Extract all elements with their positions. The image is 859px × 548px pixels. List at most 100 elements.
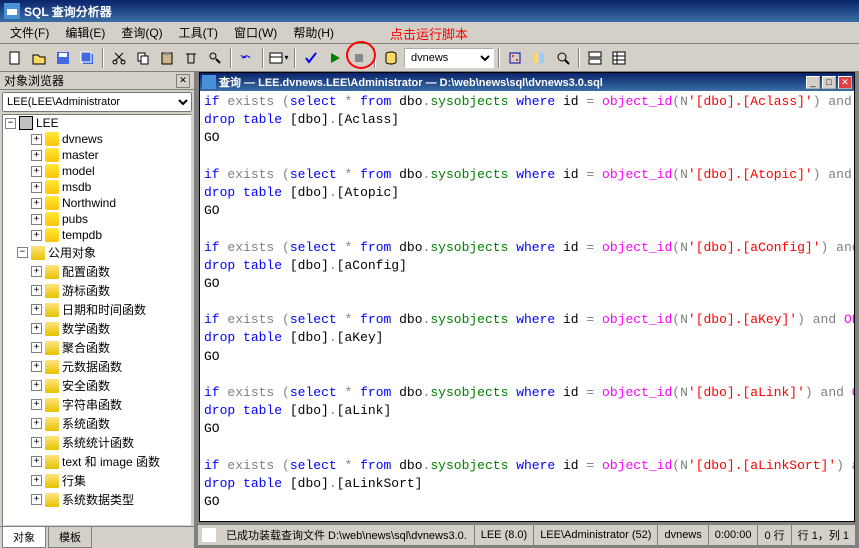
tree-database-node[interactable]: +pubs bbox=[3, 211, 191, 227]
database-combo[interactable]: dvnews bbox=[404, 48, 494, 68]
separator bbox=[578, 48, 580, 68]
tree-folder-node[interactable]: +系统统计函数 bbox=[3, 433, 191, 452]
expand-icon[interactable]: + bbox=[31, 182, 42, 193]
tree-database-node[interactable]: +Northwind bbox=[3, 195, 191, 211]
tree-database-node[interactable]: +master bbox=[3, 147, 191, 163]
new-button[interactable] bbox=[4, 47, 26, 69]
execute-mode-button[interactable]: ▾ bbox=[268, 47, 290, 69]
tree-folder-node[interactable]: +聚合函数 bbox=[3, 338, 191, 357]
collapse-icon[interactable]: − bbox=[17, 247, 28, 258]
folder-icon bbox=[45, 417, 59, 431]
expand-icon[interactable]: + bbox=[31, 418, 42, 429]
tree-label: 游标函数 bbox=[62, 282, 110, 299]
folder-icon bbox=[45, 474, 59, 488]
separator bbox=[262, 48, 264, 68]
expand-icon[interactable]: + bbox=[31, 198, 42, 209]
tree-database-node[interactable]: +tempdb bbox=[3, 227, 191, 243]
tree-folder-node[interactable]: +字符串函数 bbox=[3, 395, 191, 414]
expand-icon[interactable]: + bbox=[31, 285, 42, 296]
tree-label: 配置函数 bbox=[62, 263, 110, 280]
object-tree[interactable]: − LEE +dvnews+master+model+msdb+Northwin… bbox=[2, 114, 192, 526]
paste-button[interactable] bbox=[156, 47, 178, 69]
estimated-plan-button[interactable] bbox=[504, 47, 526, 69]
status-database: dvnews bbox=[658, 525, 708, 545]
find-button[interactable] bbox=[204, 47, 226, 69]
tab-objects[interactable]: 对象 bbox=[2, 527, 46, 548]
object-search-button[interactable] bbox=[552, 47, 574, 69]
server-combo[interactable]: LEE(LEE\Administrator bbox=[2, 92, 192, 112]
expand-icon[interactable]: + bbox=[31, 323, 42, 334]
menu-edit[interactable]: 编辑(E) bbox=[57, 22, 113, 43]
folder-icon bbox=[45, 398, 59, 412]
expand-icon[interactable]: + bbox=[31, 475, 42, 486]
tree-database-node[interactable]: + dvnews bbox=[3, 131, 191, 147]
tree-folder-node[interactable]: + 配置函数 bbox=[3, 262, 191, 281]
stop-button[interactable] bbox=[348, 47, 370, 69]
tree-database-node[interactable]: + msdb bbox=[3, 179, 191, 195]
database-icon bbox=[45, 132, 59, 146]
sql-editor[interactable]: if exists (select * from dbo.sysobjects … bbox=[200, 91, 854, 521]
clear-button[interactable] bbox=[180, 47, 202, 69]
menu-query[interactable]: 查询(Q) bbox=[113, 22, 170, 43]
menu-file[interactable]: 文件(F) bbox=[2, 22, 57, 43]
save-button[interactable] bbox=[52, 47, 74, 69]
query-window: 查询 — LEE.dvnews.LEE\Administrator — D:\w… bbox=[199, 72, 855, 522]
menu-help[interactable]: 帮助(H) bbox=[285, 22, 342, 43]
cut-button[interactable] bbox=[108, 47, 130, 69]
maximize-button[interactable]: □ bbox=[822, 76, 836, 89]
expand-icon[interactable]: + bbox=[31, 361, 42, 372]
tree-folder-node[interactable]: +数学函数 bbox=[3, 319, 191, 338]
tree-folder-node[interactable]: +行集 bbox=[3, 471, 191, 490]
show-results-button[interactable] bbox=[584, 47, 606, 69]
expand-icon[interactable]: + bbox=[31, 266, 42, 277]
tree-folder-node[interactable]: + 系统函数 bbox=[3, 414, 191, 433]
tree-folder-node[interactable]: + 安全函数 bbox=[3, 376, 191, 395]
expand-icon[interactable]: + bbox=[31, 494, 42, 505]
save-all-button[interactable] bbox=[76, 47, 98, 69]
results-grid-button[interactable] bbox=[608, 47, 630, 69]
tree-folder-node[interactable]: +text 和 image 函数 bbox=[3, 452, 191, 471]
parse-button[interactable] bbox=[300, 47, 322, 69]
tree-label: dvnews bbox=[62, 132, 103, 146]
tree-label: msdb bbox=[62, 180, 91, 194]
collapse-icon[interactable]: − bbox=[5, 118, 16, 129]
expand-icon[interactable]: + bbox=[31, 342, 42, 353]
object-browser-button[interactable] bbox=[528, 47, 550, 69]
open-button[interactable] bbox=[28, 47, 50, 69]
expand-icon[interactable]: + bbox=[31, 399, 42, 410]
tab-templates[interactable]: 模板 bbox=[48, 527, 92, 548]
menu-tools[interactable]: 工具(T) bbox=[171, 22, 226, 43]
expand-icon[interactable]: + bbox=[31, 230, 42, 241]
expand-icon[interactable]: + bbox=[31, 150, 42, 161]
tree-folder-node[interactable]: +元数据函数 bbox=[3, 357, 191, 376]
tree-server-node[interactable]: − LEE bbox=[3, 115, 191, 131]
tree-folder-node[interactable]: + 游标函数 bbox=[3, 281, 191, 300]
expand-icon[interactable]: + bbox=[31, 304, 42, 315]
expand-icon[interactable]: + bbox=[31, 134, 42, 145]
tree-common-objects[interactable]: − 公用对象 bbox=[3, 243, 191, 262]
menu-window[interactable]: 窗口(W) bbox=[226, 22, 285, 43]
tree-folder-node[interactable]: +日期和时间函数 bbox=[3, 300, 191, 319]
tree-folder-node[interactable]: +系统数据类型 bbox=[3, 490, 191, 509]
execute-button[interactable] bbox=[324, 47, 346, 69]
undo-button[interactable] bbox=[236, 47, 258, 69]
expand-icon[interactable]: + bbox=[31, 380, 42, 391]
expand-icon[interactable]: + bbox=[31, 166, 42, 177]
minimize-button[interactable]: _ bbox=[806, 76, 820, 89]
close-button[interactable]: ✕ bbox=[838, 76, 852, 89]
query-window-titlebar[interactable]: 查询 — LEE.dvnews.LEE\Administrator — D:\w… bbox=[200, 73, 854, 91]
tree-label: 安全函数 bbox=[62, 377, 110, 394]
object-browser-close-button[interactable]: ✕ bbox=[176, 74, 190, 88]
tree-database-node[interactable]: +model bbox=[3, 163, 191, 179]
expand-icon[interactable]: + bbox=[31, 456, 42, 467]
expand-icon[interactable]: + bbox=[31, 214, 42, 225]
status-rows: 0 行 bbox=[758, 525, 791, 545]
copy-button[interactable] bbox=[132, 47, 154, 69]
expand-icon[interactable]: + bbox=[31, 437, 42, 448]
tree-label: 系统函数 bbox=[62, 415, 110, 432]
statusbar: 已成功装载查询文件 D:\web\news\sql\dvnews3.0. LEE… bbox=[197, 524, 857, 546]
app-titlebar: SQL 查询分析器 bbox=[0, 0, 859, 22]
object-browser-titlebar: 对象浏览器 ✕ bbox=[0, 72, 194, 90]
folder-icon bbox=[45, 455, 59, 469]
status-position: 行 1，列 1 bbox=[792, 525, 856, 545]
